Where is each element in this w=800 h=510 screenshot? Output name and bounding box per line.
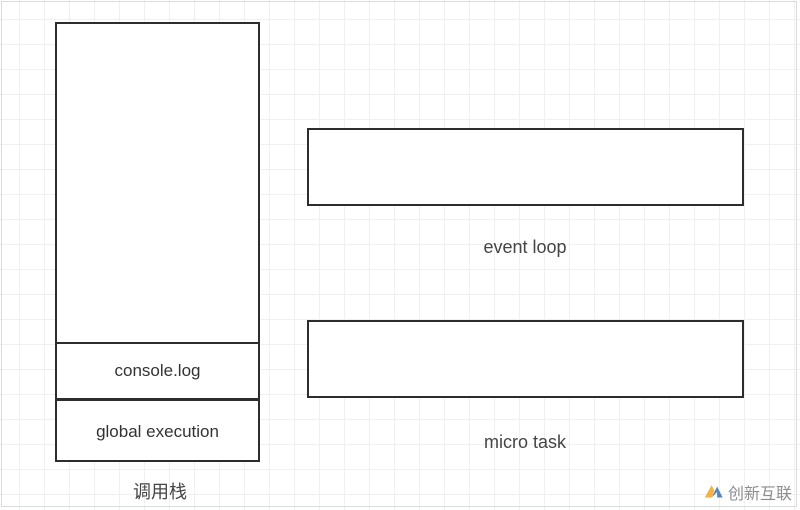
stack-frame-global-execution: global execution [57,398,258,462]
event-loop-box [307,128,744,206]
call-stack-box: console.log global execution [55,22,260,462]
diagram-canvas: console.log global execution 调用栈 event l… [0,0,800,510]
watermark: 创新互联 [702,480,792,504]
event-loop-label: event loop [440,237,610,258]
call-stack-label: 调用栈 [110,478,210,504]
micro-task-label: micro task [440,432,610,453]
watermark-text: 创新互联 [728,480,792,504]
stack-frame-console-log: console.log [57,342,258,398]
logo-icon [702,481,724,503]
micro-task-box [307,320,744,398]
